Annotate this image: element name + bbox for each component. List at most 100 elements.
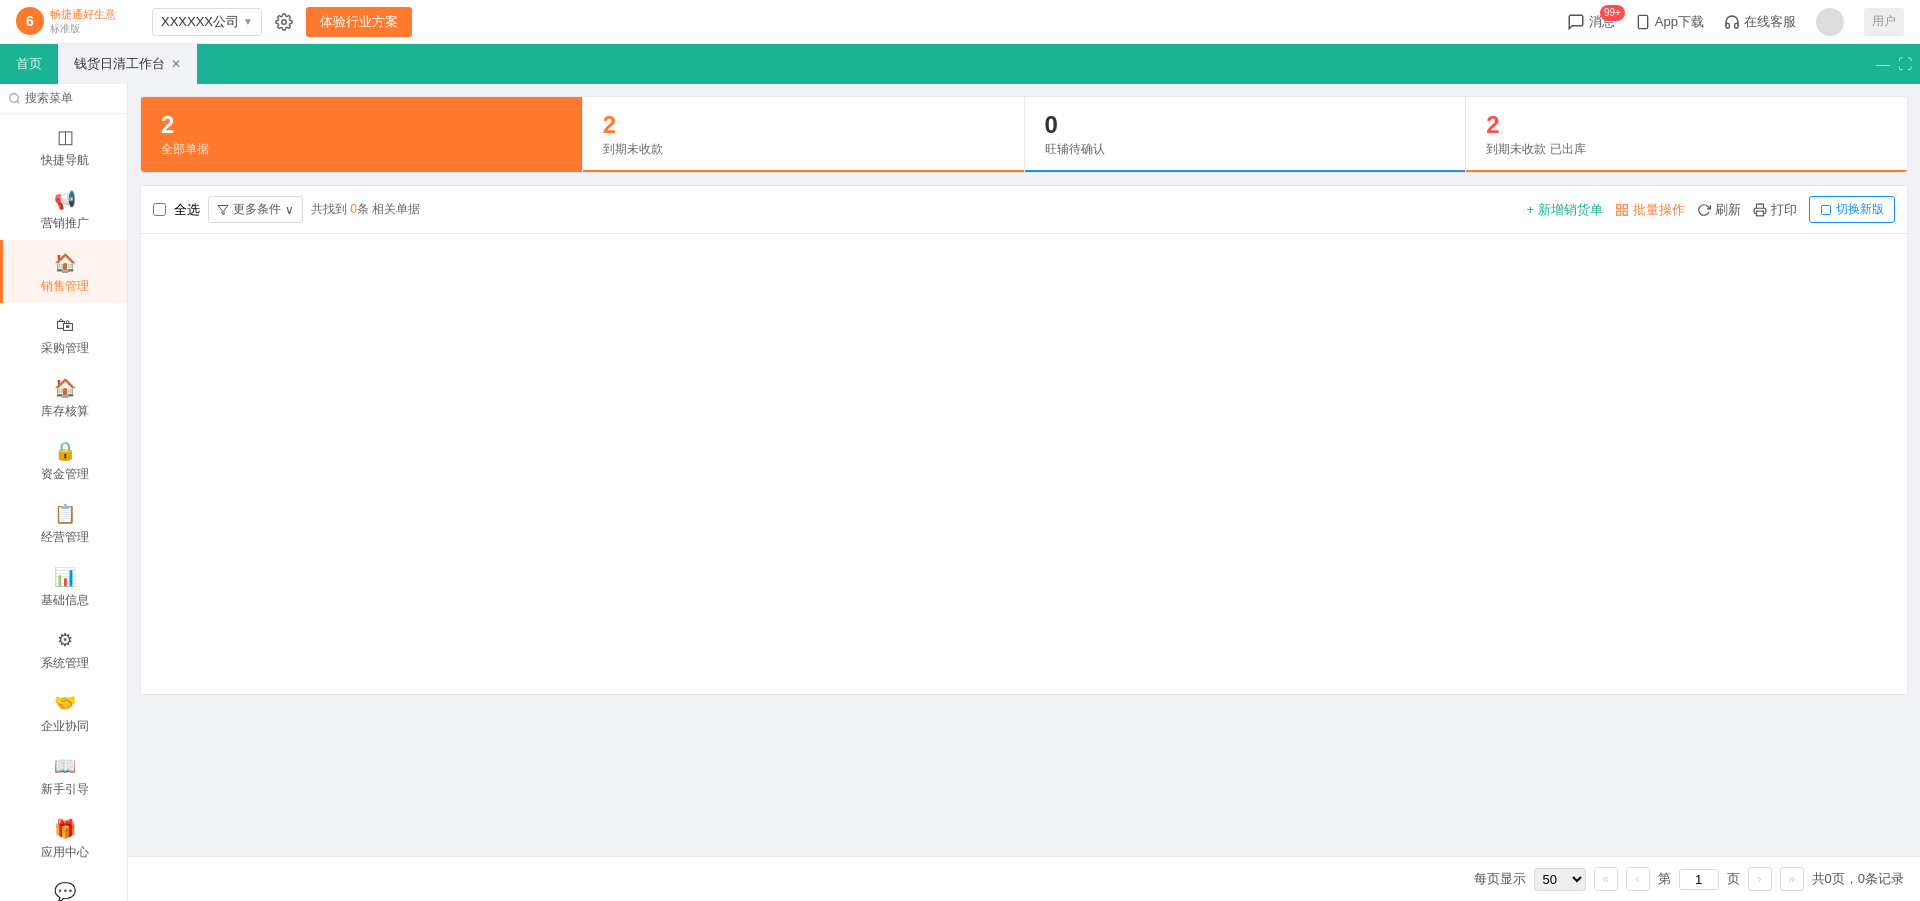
- sidebar-item-label: 经营管理: [41, 529, 89, 546]
- logo-area: 6 畅捷通好生意 标准版: [16, 7, 144, 35]
- cooperation-icon: 🤝: [54, 692, 76, 714]
- filter-button[interactable]: 更多条件 ∨: [208, 196, 303, 223]
- table-body: [141, 234, 1907, 694]
- tab-minimize-icon[interactable]: —: [1876, 56, 1890, 72]
- sidebar-item-system[interactable]: ⚙ 系统管理: [0, 617, 127, 680]
- top-header: 6 畅捷通好生意 标准版 XXXXXX公司 ▼ 体验行业方案 消息 99+: [0, 0, 1920, 44]
- stat-card-shipped[interactable]: 2 到期未收款 已出库: [1466, 97, 1907, 172]
- sidebar-item-label: 营销推广: [41, 215, 89, 232]
- sidebar-item-basic-info[interactable]: 📊 基础信息: [0, 554, 127, 617]
- avatar[interactable]: [1816, 8, 1844, 36]
- stat-number-shipped: 2: [1486, 111, 1887, 139]
- search-menu-row[interactable]: 搜索菜单: [0, 84, 127, 114]
- stat-number-wangfu: 0: [1045, 111, 1446, 139]
- logo-text: 畅捷通好生意: [50, 7, 116, 21]
- switch-version-button[interactable]: 切换新版: [1809, 196, 1895, 223]
- switch-version-label: 切换新版: [1836, 201, 1884, 218]
- company-selector[interactable]: XXXXXX公司 ▼: [152, 8, 262, 36]
- svg-marker-5: [218, 205, 228, 214]
- close-icon[interactable]: ✕: [171, 57, 181, 71]
- stats-row: 2 全部单据 2 到期未收款 0 旺辅待确认 2 到期未收款 已出库: [140, 96, 1908, 173]
- batch-operation-button[interactable]: 批量操作: [1615, 201, 1685, 219]
- page-suffix-label: 页: [1727, 870, 1740, 888]
- stat-label-shipped: 到期未收款 已出库: [1486, 141, 1887, 158]
- sidebar-item-wechat[interactable]: 💬 企业微信: [0, 869, 127, 901]
- new-order-button[interactable]: + 新增销货单: [1526, 201, 1603, 219]
- sidebar-item-label: 库存核算: [41, 403, 89, 420]
- per-page-label: 每页显示: [1474, 870, 1526, 888]
- select-all-checkbox[interactable]: [153, 203, 166, 216]
- tab-expand-icon[interactable]: ⛶: [1898, 56, 1912, 72]
- tab-home[interactable]: 首页: [0, 44, 58, 84]
- tab-actions: — ⛶: [1876, 44, 1920, 84]
- quick-nav-icon: ◫: [57, 126, 74, 148]
- stat-label-wangfu: 旺辅待确认: [1045, 141, 1446, 158]
- sidebar-item-marketing[interactable]: 📢 营销推广: [0, 177, 127, 240]
- stat-label-overdue: 到期未收款: [603, 141, 1004, 158]
- sidebar-item-inventory[interactable]: 🏠 库存核算: [0, 365, 127, 428]
- underline-blue: [1025, 170, 1466, 172]
- underline-orange: [583, 170, 1024, 172]
- app-center-icon: 🎁: [54, 818, 76, 840]
- per-page-select[interactable]: 50 100 200: [1534, 868, 1586, 891]
- inventory-icon: 🏠: [54, 377, 76, 399]
- company-name: XXXXXX公司: [161, 13, 239, 31]
- sidebar-item-cooperation[interactable]: 🤝 企业协同: [0, 680, 127, 743]
- marketing-icon: 📢: [54, 189, 76, 211]
- last-page-button[interactable]: »: [1780, 867, 1804, 891]
- svg-rect-1: [1638, 15, 1647, 28]
- sidebar-item-quick-nav[interactable]: ◫ 快捷导航: [0, 114, 127, 177]
- stat-number-all: 2: [161, 111, 562, 139]
- sidebar-item-app-center[interactable]: 🎁 应用中心: [0, 806, 127, 869]
- svg-line-4: [17, 101, 19, 103]
- sidebar-item-purchase[interactable]: 🛍 采购管理: [0, 303, 127, 365]
- print-button[interactable]: 打印: [1753, 201, 1797, 219]
- sidebar-item-label: 系统管理: [41, 655, 89, 672]
- svg-rect-6: [1617, 204, 1621, 208]
- prev-page-button[interactable]: ‹: [1626, 867, 1650, 891]
- tab-bar: 首页 钱货日清工作台 ✕ — ⛶: [0, 44, 1920, 84]
- next-page-button[interactable]: ›: [1748, 867, 1772, 891]
- online-service-button[interactable]: 在线客服: [1724, 13, 1796, 31]
- message-button[interactable]: 消息 99+: [1567, 13, 1615, 31]
- stat-card-overdue[interactable]: 2 到期未收款: [583, 97, 1025, 172]
- sidebar-item-finance[interactable]: 🔒 资金管理: [0, 428, 127, 491]
- sidebar-item-label: 采购管理: [41, 340, 89, 357]
- svg-point-0: [282, 19, 287, 24]
- page-number-input[interactable]: [1679, 869, 1719, 890]
- stat-card-wangfu[interactable]: 0 旺辅待确认: [1025, 97, 1467, 172]
- chevron-down-icon: ▼: [243, 16, 253, 27]
- settings-button[interactable]: [270, 8, 298, 36]
- app-download-label: App下载: [1655, 13, 1704, 31]
- avatar-name[interactable]: 用户: [1864, 8, 1904, 36]
- underline-orange2: [1466, 170, 1907, 172]
- count-text: 共找到 0条 相关单据: [311, 201, 420, 218]
- plus-icon: +: [1526, 202, 1534, 217]
- tab-home-label: 首页: [16, 55, 42, 73]
- sidebar-item-sales[interactable]: 🏠 销售管理: [0, 240, 127, 303]
- online-service-label: 在线客服: [1744, 13, 1796, 31]
- count-number: 0: [350, 202, 357, 216]
- first-page-button[interactable]: «: [1594, 867, 1618, 891]
- sidebar-item-guide[interactable]: 📖 新手引导: [0, 743, 127, 806]
- tab-workbench-label: 钱货日清工作台: [74, 55, 165, 73]
- svg-point-3: [10, 94, 19, 103]
- sidebar-item-operations[interactable]: 📋 经营管理: [0, 491, 127, 554]
- logo-icon: 6: [16, 7, 44, 35]
- stat-card-all[interactable]: 2 全部单据: [141, 97, 583, 172]
- pagination-bar: 每页显示 50 100 200 « ‹ 第 页 › » 共0页，0条记录: [128, 856, 1920, 901]
- svg-rect-8: [1623, 211, 1627, 215]
- print-label: 打印: [1771, 201, 1797, 219]
- trial-button[interactable]: 体验行业方案: [306, 7, 412, 37]
- message-badge: 99+: [1600, 5, 1625, 21]
- svg-rect-9: [1617, 211, 1621, 215]
- tab-workbench[interactable]: 钱货日清工作台 ✕: [58, 44, 197, 84]
- app-download-button[interactable]: App下载: [1635, 13, 1704, 31]
- svg-rect-11: [1822, 205, 1831, 214]
- system-icon: ⚙: [57, 629, 73, 651]
- svg-rect-7: [1623, 204, 1627, 208]
- sidebar-item-label: 资金管理: [41, 466, 89, 483]
- main-content: 2 全部单据 2 到期未收款 0 旺辅待确认 2 到期未收款 已出库: [128, 84, 1920, 901]
- stat-label-all: 全部单据: [161, 141, 562, 158]
- refresh-button[interactable]: 刷新: [1697, 201, 1741, 219]
